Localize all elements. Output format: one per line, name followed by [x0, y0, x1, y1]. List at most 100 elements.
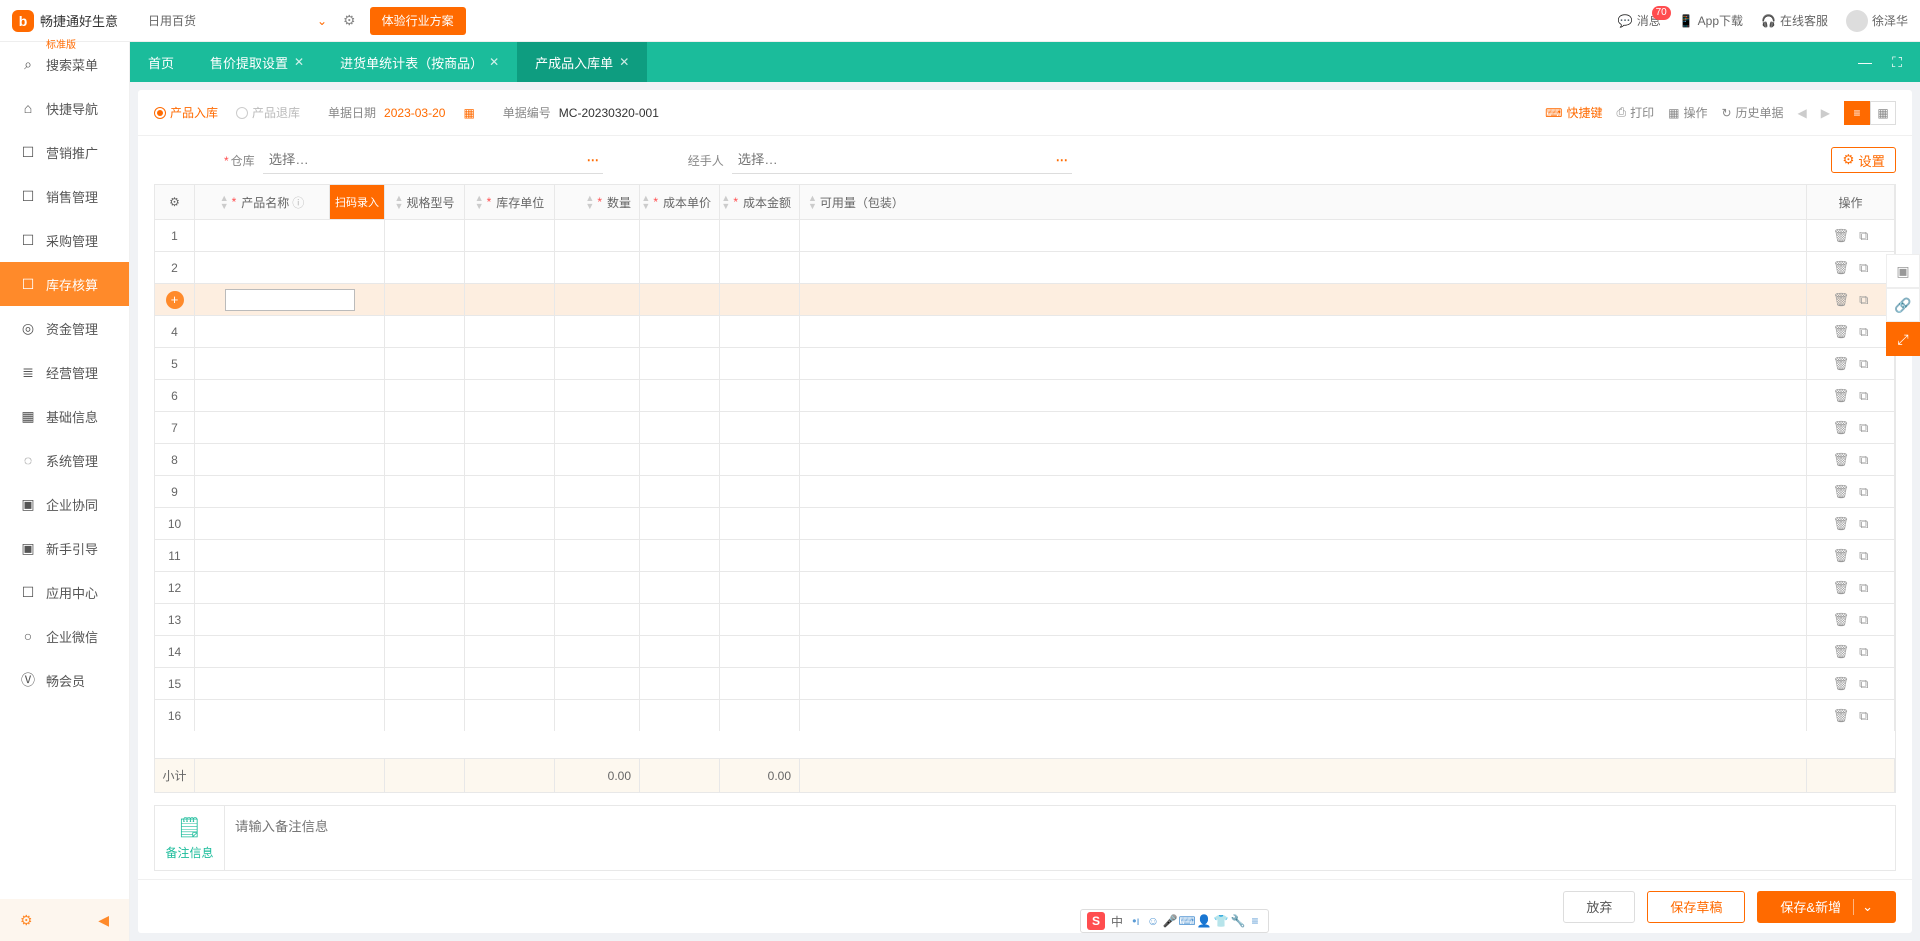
tab-close-icon[interactable]: ✕ [619, 55, 629, 69]
side-tool-link-icon[interactable]: 🔗 [1886, 288, 1920, 322]
table-row[interactable]: 1🗑⧉ [155, 219, 1895, 251]
sidebar-item-11[interactable]: ▣新手引导 [0, 526, 129, 570]
delete-row-icon[interactable]: 🗑 [1833, 548, 1850, 564]
side-tool-1[interactable]: ▣ [1886, 254, 1920, 288]
table-row[interactable]: 13🗑⧉ [155, 603, 1895, 635]
delete-row-icon[interactable]: 🗑 [1833, 260, 1850, 276]
copy-row-icon[interactable]: ⧉ [1859, 644, 1868, 660]
table-row[interactable]: 11🗑⧉ [155, 539, 1895, 571]
col-unit[interactable]: ▲▼*库存单位 [465, 185, 555, 219]
copy-row-icon[interactable]: ⧉ [1859, 324, 1868, 340]
online-service-button[interactable]: 🎧 在线客服 [1761, 12, 1828, 29]
sidebar-item-13[interactable]: ○企业微信 [0, 614, 129, 658]
warehouse-more-icon[interactable]: ⋯ [587, 153, 600, 167]
delete-row-icon[interactable]: 🗑 [1833, 420, 1850, 436]
delete-row-icon[interactable]: 🗑 [1833, 292, 1850, 308]
messages-button[interactable]: 💬 消息 70 [1618, 12, 1661, 29]
tab-2[interactable]: 进货单统计表（按商品）✕ [322, 42, 517, 82]
table-row[interactable]: 4🗑⧉ [155, 315, 1895, 347]
table-row[interactable]: 15🗑⧉ [155, 667, 1895, 699]
delete-row-icon[interactable]: 🗑 [1833, 676, 1850, 692]
copy-row-icon[interactable]: ⧉ [1859, 260, 1868, 276]
nav-prev-button[interactable]: ◀ [1798, 106, 1807, 120]
sidebar-item-1[interactable]: ⌂快捷导航 [0, 86, 129, 130]
try-industry-button[interactable]: 体验行业方案 [370, 7, 466, 35]
delete-row-icon[interactable]: 🗑 [1833, 580, 1850, 596]
copy-row-icon[interactable]: ⧉ [1859, 452, 1868, 468]
gear-icon[interactable]: ⚙ [343, 12, 356, 29]
table-row[interactable]: 14🗑⧉ [155, 635, 1895, 667]
radio-product-in[interactable]: 产品入库 [154, 104, 218, 121]
settings-gear-icon[interactable]: ⚙ [20, 912, 33, 929]
tab-1[interactable]: 售价提取设置✕ [192, 42, 322, 82]
ime-mic-icon[interactable]: 🎤 [1163, 914, 1177, 928]
table-row[interactable]: 6🗑⧉ [155, 379, 1895, 411]
help-icon[interactable]: ⓘ [292, 194, 304, 211]
tab-3[interactable]: 产成品入库单✕ [517, 42, 647, 82]
copy-row-icon[interactable]: ⧉ [1859, 516, 1868, 532]
table-row[interactable]: + 🗑 ⧉ [155, 283, 1895, 315]
tab-close-icon[interactable]: ✕ [294, 55, 304, 69]
ime-user-icon[interactable]: 👤 [1197, 914, 1211, 928]
remark-input[interactable] [225, 806, 1895, 870]
ops-button[interactable]: ▦ 操作 [1668, 104, 1707, 121]
copy-row-icon[interactable]: ⧉ [1859, 292, 1868, 308]
table-row[interactable]: 12🗑⧉ [155, 571, 1895, 603]
nav-next-button[interactable]: ▶ [1821, 106, 1830, 120]
tab-minimize-icon[interactable]: — [1850, 47, 1880, 77]
print-button[interactable]: ⎙ 打印 [1616, 104, 1654, 121]
tab-close-icon[interactable]: ✕ [489, 55, 499, 69]
handler-input[interactable] [732, 146, 1072, 174]
table-row[interactable]: 5🗑⧉ [155, 347, 1895, 379]
add-row-icon[interactable]: + [166, 291, 184, 309]
ime-tool-icon[interactable]: 🔧 [1231, 914, 1245, 928]
sidebar-item-3[interactable]: ☐销售管理 [0, 174, 129, 218]
sidebar-item-12[interactable]: ☐应用中心 [0, 570, 129, 614]
table-row[interactable]: 8🗑⧉ [155, 443, 1895, 475]
ime-icon[interactable]: •ı [1129, 914, 1143, 928]
copy-row-icon[interactable]: ⧉ [1859, 356, 1868, 372]
ime-menu-icon[interactable]: ≡ [1248, 914, 1262, 928]
ime-emoji-icon[interactable]: ☺ [1146, 914, 1160, 928]
delete-row-icon[interactable]: 🗑 [1833, 708, 1850, 724]
table-row[interactable]: 7🗑⧉ [155, 411, 1895, 443]
copy-row-icon[interactable]: ⧉ [1859, 708, 1868, 724]
table-row[interactable]: 16🗑⧉ [155, 699, 1895, 731]
delete-row-icon[interactable]: 🗑 [1833, 388, 1850, 404]
delete-row-icon[interactable]: 🗑 [1833, 324, 1850, 340]
copy-row-icon[interactable]: ⧉ [1859, 612, 1868, 628]
delete-row-icon[interactable]: 🗑 [1833, 644, 1850, 660]
history-button[interactable]: ↻ 历史单据 [1721, 104, 1783, 121]
copy-row-icon[interactable]: ⧉ [1859, 484, 1868, 500]
col-spec[interactable]: ▲▼规格型号 [385, 185, 465, 219]
column-config-button[interactable]: ⚙ [155, 185, 195, 219]
sidebar-item-2[interactable]: ☐营销推广 [0, 130, 129, 174]
delete-row-icon[interactable]: 🗑 [1833, 484, 1850, 500]
ime-keyboard-icon[interactable]: ⌨ [1180, 914, 1194, 928]
col-qty[interactable]: ▲▼*数量 [555, 185, 640, 219]
scan-entry-button[interactable]: 扫码录入 [330, 185, 385, 219]
view-card-button[interactable]: ▦ [1870, 101, 1896, 125]
date-value[interactable]: 2023-03-20 [384, 106, 445, 120]
sidebar-item-8[interactable]: ▦基础信息 [0, 394, 129, 438]
tab-0[interactable]: 首页 [130, 42, 192, 82]
sidebar-item-9[interactable]: ◌系统管理 [0, 438, 129, 482]
app-download-button[interactable]: 📱 App下载 [1679, 12, 1743, 29]
save-new-button[interactable]: 保存&新增 ⌄ [1757, 891, 1896, 923]
table-row[interactable]: 10🗑⧉ [155, 507, 1895, 539]
calendar-icon[interactable]: ▦ [463, 106, 474, 120]
tab-expand-icon[interactable]: ⛶ [1882, 47, 1912, 77]
copy-row-icon[interactable]: ⧉ [1859, 548, 1868, 564]
save-draft-button[interactable]: 保存草稿 [1647, 891, 1745, 923]
delete-row-icon[interactable]: 🗑 [1833, 612, 1850, 628]
settings-button[interactable]: ⚙ 设置 [1831, 147, 1896, 173]
copy-row-icon[interactable]: ⧉ [1859, 580, 1868, 596]
table-row[interactable]: 9🗑⧉ [155, 475, 1895, 507]
delete-row-icon[interactable]: 🗑 [1833, 228, 1850, 244]
side-tool-expand-icon[interactable]: ⤢ [1886, 322, 1920, 356]
collapse-sidebar-icon[interactable]: ◀ [98, 912, 109, 929]
col-available[interactable]: ▲▼可用量（包装） [800, 185, 1807, 219]
ime-shirt-icon[interactable]: 👕 [1214, 914, 1228, 928]
delete-row-icon[interactable]: 🗑 [1833, 356, 1850, 372]
sidebar-item-6[interactable]: ◎资金管理 [0, 306, 129, 350]
